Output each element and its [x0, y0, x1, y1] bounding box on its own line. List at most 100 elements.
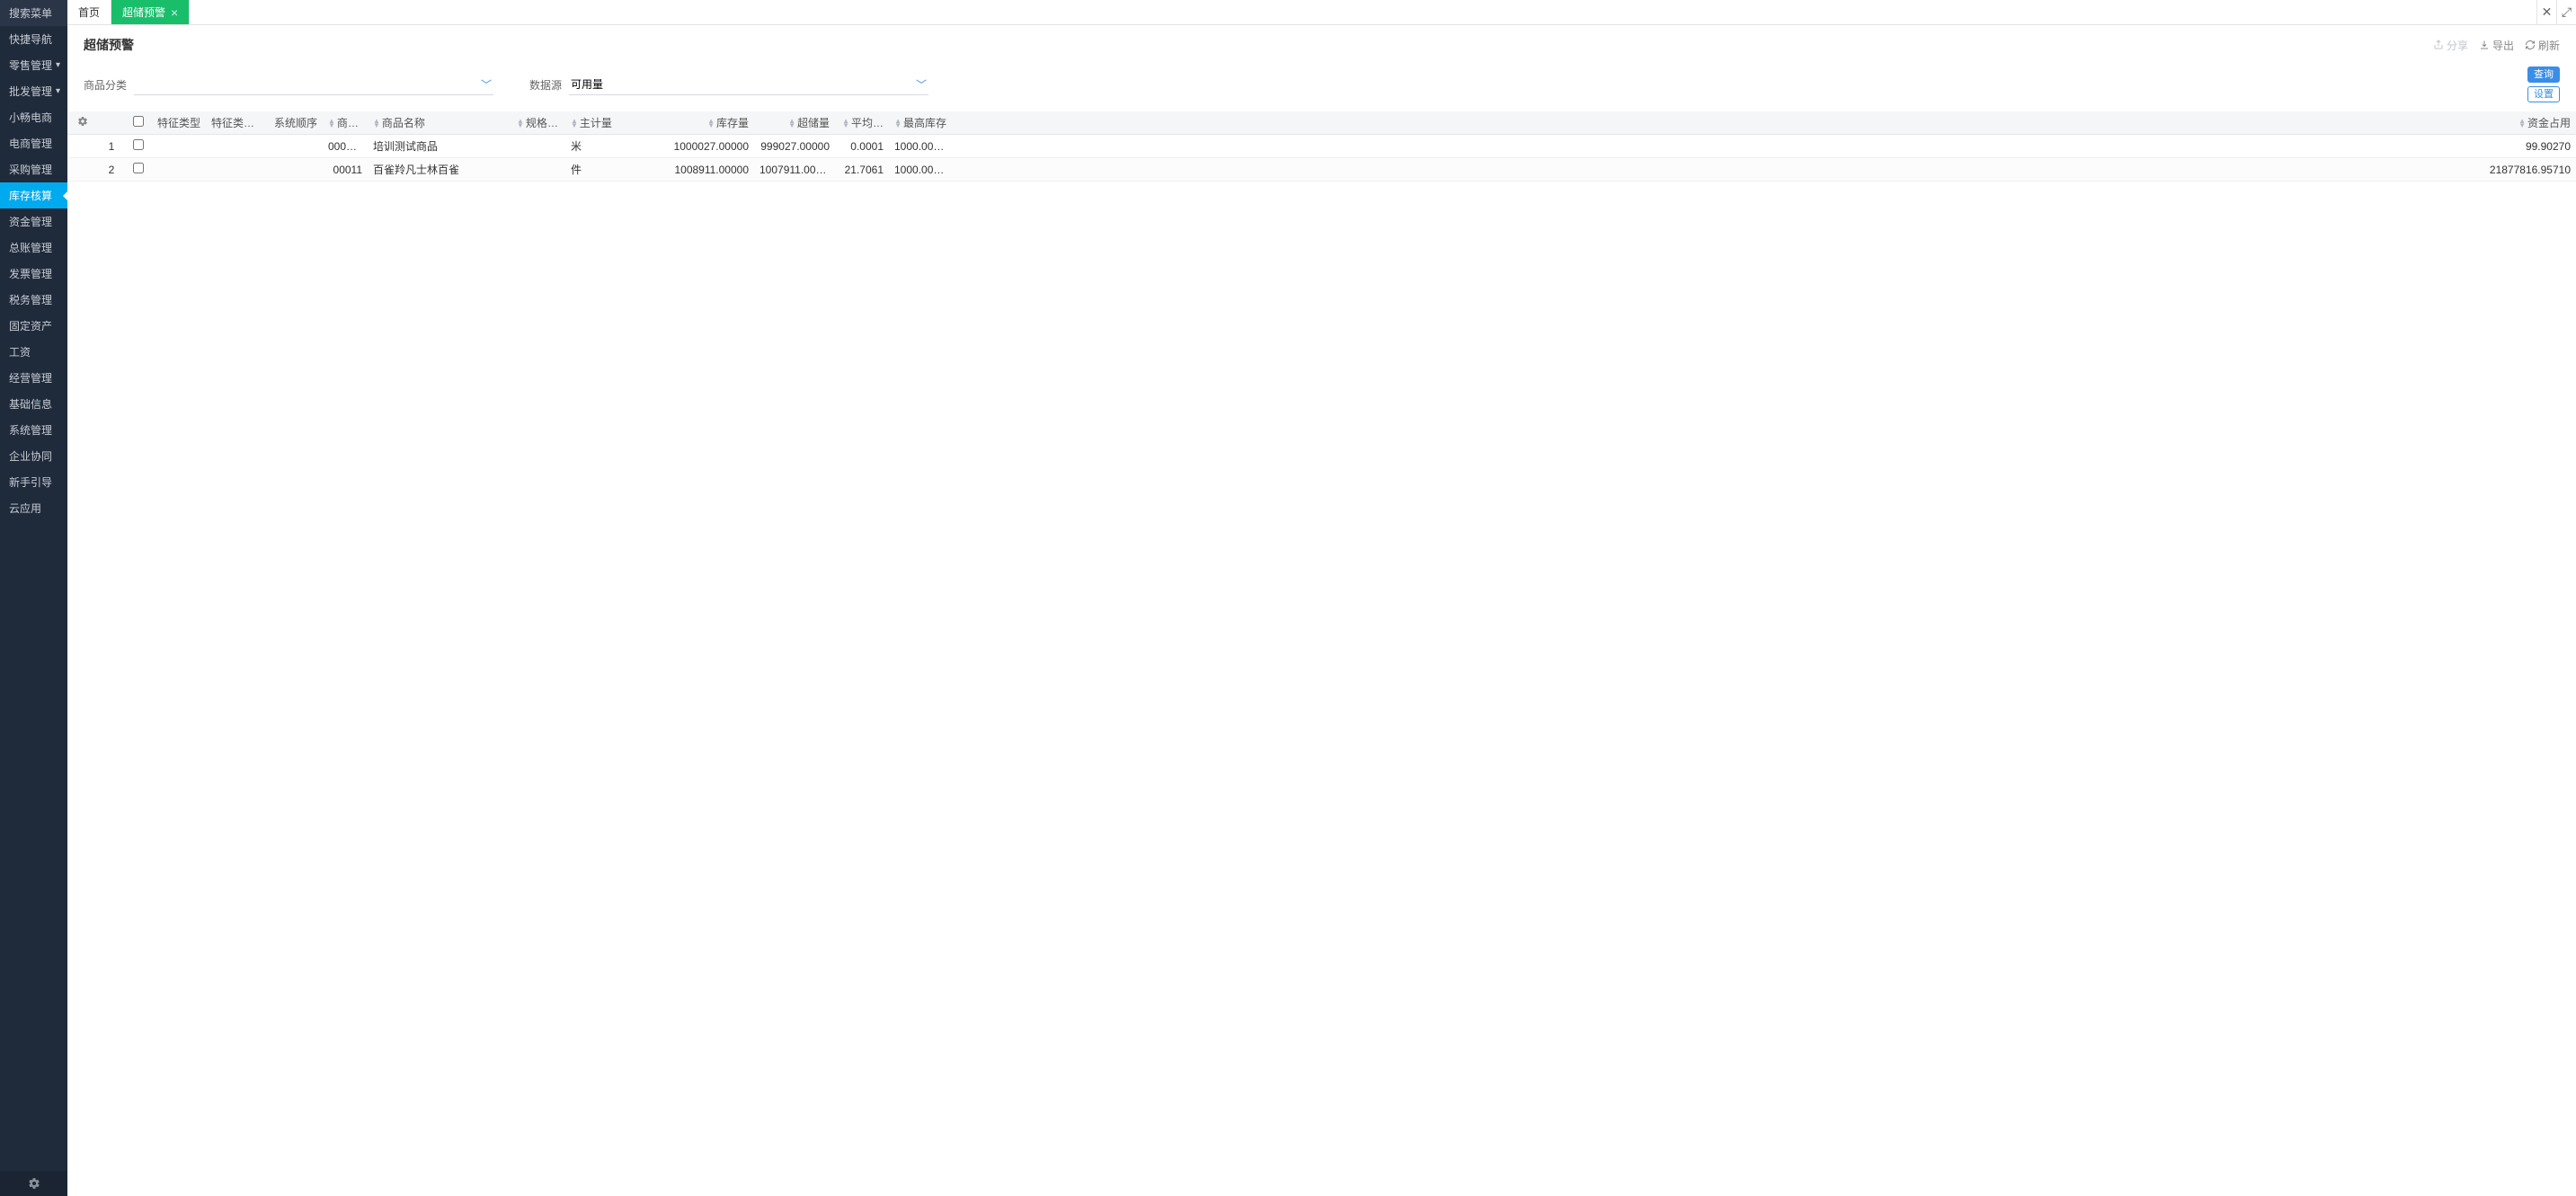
sidebar-item-label: 总账管理 [9, 240, 52, 255]
page-header: 超储预警 分享 导出 刷新 [67, 25, 2576, 61]
cell-uom: 件 [565, 158, 655, 182]
sidebar-item-label: 工资 [9, 344, 31, 359]
category-label: 商品分类 [84, 77, 127, 93]
sidebar-item-14[interactable]: 经营管理 [0, 365, 67, 391]
sidebar-item-label: 电商管理 [9, 136, 52, 151]
chevron-down-icon: ▾ [56, 60, 60, 70]
refresh-icon [2525, 40, 2536, 50]
sidebar-item-0[interactable]: 搜索菜单 [0, 0, 67, 26]
sidebar-item-17[interactable]: 企业协同 [0, 443, 67, 469]
cell-product-code: 0000107 [323, 135, 368, 158]
category-select[interactable] [134, 74, 493, 95]
sidebar-item-2[interactable]: 零售管理 ▾ [0, 52, 67, 78]
sidebar-item-12[interactable]: 固定资产 [0, 313, 67, 339]
sidebar-item-15[interactable]: 基础信息 [0, 391, 67, 417]
share-button[interactable]: 分享 [2433, 38, 2468, 53]
sidebar-item-label: 批发管理 [9, 84, 52, 99]
settings-button[interactable]: 设置 [2527, 86, 2560, 102]
col-checkbox[interactable] [125, 111, 152, 135]
cell-checkbox[interactable] [125, 158, 152, 182]
table-row[interactable]: 200011百雀羚凡士林百雀件1008911.000001007911.0000… [67, 158, 2576, 182]
cell-feature-type-name [206, 158, 269, 182]
cell-avg: 21.7061 [835, 158, 889, 182]
query-button[interactable]: 查询 [2527, 66, 2560, 83]
col-feature-type-name[interactable]: 特征类型名称 [206, 111, 269, 135]
tab-expand-button[interactable]: ⤢ [2556, 0, 2576, 25]
col-product-name[interactable]: ▲▼商品名称 [368, 111, 511, 135]
sidebar-item-3[interactable]: 批发管理▾ [0, 78, 67, 104]
sidebar-item-label: 快捷导航 [9, 31, 52, 47]
source-select[interactable] [569, 74, 928, 95]
cell-capital: 21877816.95710 [952, 158, 2576, 182]
col-product-code[interactable]: ▲▼商品… [323, 111, 368, 135]
sidebar-item-label: 发票管理 [9, 266, 52, 281]
close-icon[interactable]: × [171, 5, 178, 20]
cell-stock-qty: 1008911.00000 [655, 158, 754, 182]
col-spec[interactable]: ▲▼规格型号 [511, 111, 565, 135]
sidebar-item-1[interactable]: 快捷导航 [0, 26, 67, 52]
col-feature-type[interactable]: 特征类型 [152, 111, 206, 135]
col-system-order[interactable]: 系统顺序 [269, 111, 323, 135]
sidebar-item-label: 小畅电商 [9, 110, 52, 125]
cell-checkbox[interactable] [125, 135, 152, 158]
tab-close-all-button[interactable]: ✕ [2536, 0, 2556, 25]
share-icon [2433, 40, 2444, 50]
sidebar-item-label: 基础信息 [9, 396, 52, 412]
gear-icon [28, 1177, 40, 1190]
table-header-row: 特征类型 特征类型名称 系统顺序 ▲▼商品… ▲▼商品名称 ▲▼规格型号 ▲▼主… [67, 111, 2576, 135]
refresh-button[interactable]: 刷新 [2525, 38, 2560, 53]
page-title: 超储预警 [84, 36, 134, 54]
sidebar-item-10[interactable]: 发票管理 [0, 261, 67, 287]
sidebar-item-5[interactable]: 电商管理 [0, 130, 67, 156]
sidebar-item-11[interactable]: 税务管理 [0, 287, 67, 313]
sidebar-settings-button[interactable] [0, 1171, 67, 1196]
col-avg[interactable]: ▲▼平均… [835, 111, 889, 135]
sidebar-item-label: 零售管理 [9, 58, 52, 73]
sidebar-item-7[interactable]: 库存核算 [0, 182, 67, 208]
col-max-stock[interactable]: ▲▼最高库存 [889, 111, 952, 135]
col-over-qty[interactable]: ▲▼超储量 [754, 111, 835, 135]
cell-over-qty: 1007911.00000 [754, 158, 835, 182]
export-button[interactable]: 导出 [2479, 38, 2514, 53]
tab-1[interactable]: 超储预警 × [111, 0, 190, 24]
sidebar-item-label: 库存核算 [9, 188, 52, 203]
cell-system-order [269, 158, 323, 182]
sidebar-item-label: 经营管理 [9, 370, 52, 385]
table-wrap: 特征类型 特征类型名称 系统顺序 ▲▼商品… ▲▼商品名称 ▲▼规格型号 ▲▼主… [67, 111, 2576, 1196]
table-row[interactable]: 10000107培训测试商品米1000027.00000999027.00000… [67, 135, 2576, 158]
tab-0[interactable]: 首页 [67, 0, 111, 24]
tab-label: 首页 [78, 4, 100, 20]
sidebar-item-6[interactable]: 采购管理 [0, 156, 67, 182]
cell-capital: 99.90270 [952, 135, 2576, 158]
sidebar-item-19[interactable]: 云应用 [0, 495, 67, 521]
filter-row: 商品分类 ﹀ 数据源 ﹀ 查询 设置 [67, 61, 2576, 111]
col-uom[interactable]: ▲▼主计量 [565, 111, 655, 135]
sidebar-item-18[interactable]: 新手引导 [0, 469, 67, 495]
col-stock-qty[interactable]: ▲▼库存量 [655, 111, 754, 135]
sidebar-item-16[interactable]: 系统管理 [0, 417, 67, 443]
table-settings-header[interactable] [67, 111, 98, 135]
sidebar-item-4[interactable]: 小畅电商 [0, 104, 67, 130]
col-capital[interactable]: ▲▼资金占用 [952, 111, 2576, 135]
cell-max-stock: 1000.00000 [889, 135, 952, 158]
cell-uom: 米 [565, 135, 655, 158]
sidebar-item-13[interactable]: 工资 [0, 339, 67, 365]
sidebar-item-label: 系统管理 [9, 422, 52, 438]
sidebar-item-label: 云应用 [9, 501, 41, 516]
tab-label: 超储预警 [122, 4, 165, 20]
sidebar-item-label: 固定资产 [9, 318, 52, 333]
source-label: 数据源 [529, 77, 562, 93]
cell-seq: 2 [98, 158, 125, 182]
row-gear-cell [67, 158, 98, 182]
sidebar-item-label: 采购管理 [9, 162, 52, 177]
col-seq [98, 111, 125, 135]
sidebar-item-9[interactable]: 总账管理 [0, 235, 67, 261]
sidebar-item-8[interactable]: 资金管理 [0, 208, 67, 235]
sidebar: 搜索菜单快捷导航零售管理 ▾ 批发管理▾ 小畅电商电商管理采购管理库存核算资金管理总账… [0, 0, 67, 1196]
cell-feature-type [152, 135, 206, 158]
row-gear-cell [67, 135, 98, 158]
cell-feature-type [152, 158, 206, 182]
main-area: 首页超储预警× ✕ ⤢ 超储预警 分享 导出 刷新 [67, 0, 2576, 1196]
sidebar-item-label: 新手引导 [9, 474, 52, 490]
export-icon [2479, 40, 2490, 50]
